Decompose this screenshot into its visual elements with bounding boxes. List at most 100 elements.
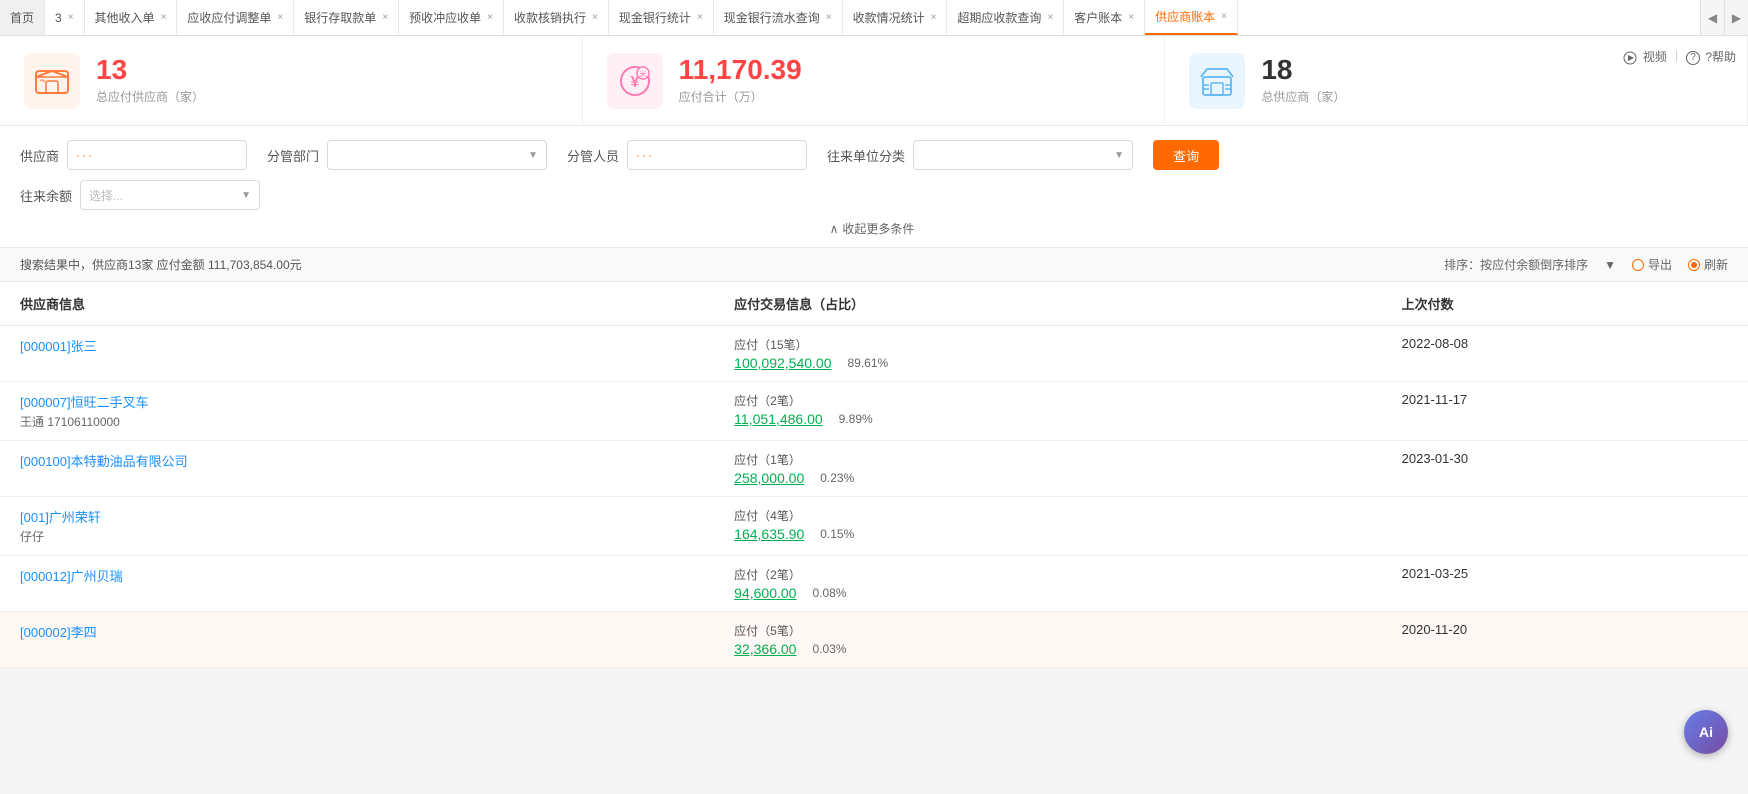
th-last-payment: 上次付数 — [1382, 282, 1748, 326]
tx-amount[interactable]: 258,000.00 — [734, 470, 804, 486]
collapse-button[interactable]: ∧ 收起更多条件 — [20, 220, 1728, 237]
nav-tab-receipt-verify[interactable]: 收款核销执行 × — [504, 0, 609, 35]
tx-amount-row: 32,366.000.03% — [734, 641, 1361, 657]
nav-tab-bank-deposit-close[interactable]: × — [382, 12, 388, 23]
person-input-dots: ··· — [636, 148, 654, 162]
nav-tab-customer-ledger-close[interactable]: × — [1128, 12, 1134, 23]
supplier-filter: 供应商 ··· — [20, 140, 247, 170]
nav-tab-other-income-close[interactable]: × — [161, 12, 167, 23]
results-right: 排序：按应付余额倒序排序 ▼ 导出 刷新 — [1444, 256, 1728, 273]
nav-tab-prepay-offset[interactable]: 预收冲应收单 × — [399, 0, 504, 35]
supplier-info-cell: [000100]本特勤油品有限公司 — [0, 441, 714, 497]
dept-filter-label: 分管部门 — [267, 146, 319, 165]
payable-suppliers-label: 总应付供应商（家） — [96, 88, 204, 105]
th-supplier-info: 供应商信息 — [0, 282, 714, 326]
nav-tab-customer-ledger-label: 客户账本 — [1074, 9, 1122, 26]
top-right-links: 视频 | ? ?帮助 — [1623, 48, 1736, 65]
nav-tab-prepay-offset-label: 预收冲应收单 — [409, 9, 481, 26]
tx-percent: 0.08% — [812, 586, 846, 600]
nav-tab-ar-ap-adjust[interactable]: 应收应付调整单 × — [177, 0, 294, 35]
nav-tab-cash-stat-close[interactable]: × — [697, 12, 703, 23]
supplier-link[interactable]: [000002]李四 — [20, 625, 97, 640]
nav-tab-cash-flow[interactable]: 现金银行流水查询 × — [714, 0, 843, 35]
nav-tab-3[interactable]: 3 × — [45, 0, 85, 35]
nav-tab-cash-stat[interactable]: 现金银行统计 × — [609, 0, 714, 35]
last-payment-cell — [1382, 497, 1748, 556]
unit-input[interactable]: ▼ — [913, 140, 1133, 170]
help-link[interactable]: ? ?帮助 — [1686, 48, 1736, 65]
filter-row-2: 往来余额 选择... ▼ — [20, 180, 1728, 210]
table-row: [000012]广州贝瑞应付（2笔）94,600.000.08%2021-03-… — [0, 556, 1748, 612]
nav-tab-supplier-ledger-close[interactable]: × — [1221, 11, 1227, 22]
supplier-link[interactable]: [000007]恒旺二手叉车 — [20, 395, 149, 410]
nav-tab-receipt-stat-close[interactable]: × — [931, 12, 937, 23]
tx-amount[interactable]: 100,092,540.00 — [734, 355, 831, 371]
nav-tab-supplier-ledger[interactable]: 供应商账本 × — [1145, 0, 1238, 35]
supplier-table: 供应商信息 应付交易信息（占比） 上次付数 [000001]张三应付（15笔）1… — [0, 282, 1748, 668]
sort-label: 排序：按应付余额倒序排序 — [1444, 256, 1588, 273]
last-payment-cell: 2021-03-25 — [1382, 556, 1748, 612]
stat-card-payable-total: ¥ 米 11,170.39 应付合计（万） — [583, 36, 1166, 125]
nav-tab-cash-flow-close[interactable]: × — [826, 12, 832, 23]
last-payment-cell: 2020-11-20 — [1382, 612, 1748, 668]
tx-amount-row: 258,000.00 0.23% — [734, 470, 1361, 486]
nav-next-button[interactable]: ▶ — [1724, 0, 1748, 36]
nav-tab-other-income[interactable]: 其他收入单 × — [85, 0, 178, 35]
nav-tab-overdue-ar-label: 超期应收款查询 — [957, 9, 1041, 26]
collapse-label: 收起更多条件 — [842, 220, 914, 237]
balance-input-placeholder: 选择... — [89, 187, 123, 204]
nav-tab-bank-deposit-label: 银行存取款单 — [304, 9, 376, 26]
transaction-info-cell: 应付（1笔）258,000.000.23% — [714, 441, 1381, 497]
supplier-info-cell: [001]广州荣轩仔仔 — [0, 497, 714, 556]
nav-tab-bank-deposit[interactable]: 银行存取款单 × — [294, 0, 399, 35]
supplier-link[interactable]: [000001]张三 — [20, 339, 97, 354]
tx-amount[interactable]: 11,051,486.00 — [734, 411, 823, 427]
dept-input[interactable]: ▼ — [327, 140, 547, 170]
nav-tab-overdue-ar-close[interactable]: × — [1047, 12, 1053, 23]
nav-tab-ar-ap-adjust-close[interactable]: × — [277, 12, 283, 23]
nav-tab-3-close[interactable]: × — [68, 12, 74, 23]
tx-amount[interactable]: 94,600.00 — [734, 585, 796, 601]
last-payment-date: 2023-01-30 — [1402, 451, 1469, 466]
nav-tab-home[interactable]: 首页 — [0, 0, 45, 35]
supplier-input[interactable]: ··· — [67, 140, 247, 170]
export-button[interactable]: 导出 — [1632, 256, 1672, 273]
nav-tab-cash-stat-label: 现金银行统计 — [619, 9, 691, 26]
search-button[interactable]: 查询 — [1153, 140, 1219, 170]
last-payment-cell: 2021-11-17 — [1382, 382, 1748, 441]
store-icon — [1189, 53, 1245, 109]
ai-badge[interactable]: Ai — [1684, 710, 1728, 754]
tx-amount-row: 94,600.00 0.08% — [734, 585, 1361, 601]
nav-tab-overdue-ar[interactable]: 超期应收款查询 × — [947, 0, 1064, 35]
supplier-link[interactable]: [000012]广州贝瑞 — [20, 569, 123, 584]
nav-arrows: ◀ ▶ — [1700, 0, 1748, 36]
supplier-link[interactable]: [001]广州荣轩 — [20, 510, 101, 525]
tx-label: 应付（2笔） — [734, 392, 1361, 409]
nav-tab-prepay-offset-close[interactable]: × — [487, 12, 493, 23]
last-payment-cell: 2022-08-08 — [1382, 326, 1748, 382]
nav-tab-receipt-stat[interactable]: 收款情况统计 × — [843, 0, 948, 35]
balance-input[interactable]: 选择... ▼ — [80, 180, 260, 210]
tx-amount[interactable]: 32,366.00 — [734, 641, 796, 657]
nav-tab-ar-ap-adjust-label: 应收应付调整单 — [187, 9, 271, 26]
tx-percent: 0.23% — [820, 471, 854, 485]
tx-amount-row: 11,051,486.00 9.89% — [734, 411, 1361, 427]
payable-icon: ¥ 米 — [607, 53, 663, 109]
nav-tab-receipt-verify-close[interactable]: × — [592, 12, 598, 23]
tx-amount-row: 164,635.900.15% — [734, 526, 1361, 542]
video-link[interactable]: 视频 — [1623, 48, 1666, 65]
nav-prev-button[interactable]: ◀ — [1700, 0, 1724, 36]
person-input[interactable]: ··· — [627, 140, 807, 170]
collapse-icon: ∧ — [830, 222, 839, 236]
person-filter: 分管人员 ··· — [567, 140, 807, 170]
refresh-button[interactable]: 刷新 — [1688, 256, 1728, 273]
tx-amount[interactable]: 164,635.90 — [734, 526, 804, 542]
tx-percent: 9.89% — [839, 412, 873, 426]
nav-tab-customer-ledger[interactable]: 客户账本 × — [1064, 0, 1145, 35]
total-suppliers-value: 18 — [1261, 56, 1345, 84]
transaction-info-cell: 应付（5笔）32,366.000.03% — [714, 612, 1381, 668]
supplier-link[interactable]: [000100]本特勤油品有限公司 — [20, 454, 188, 469]
payable-total-label: 应付合计（万） — [679, 88, 802, 105]
tx-percent: 89.61% — [848, 356, 889, 370]
supplier-input-dots: ··· — [76, 148, 94, 162]
